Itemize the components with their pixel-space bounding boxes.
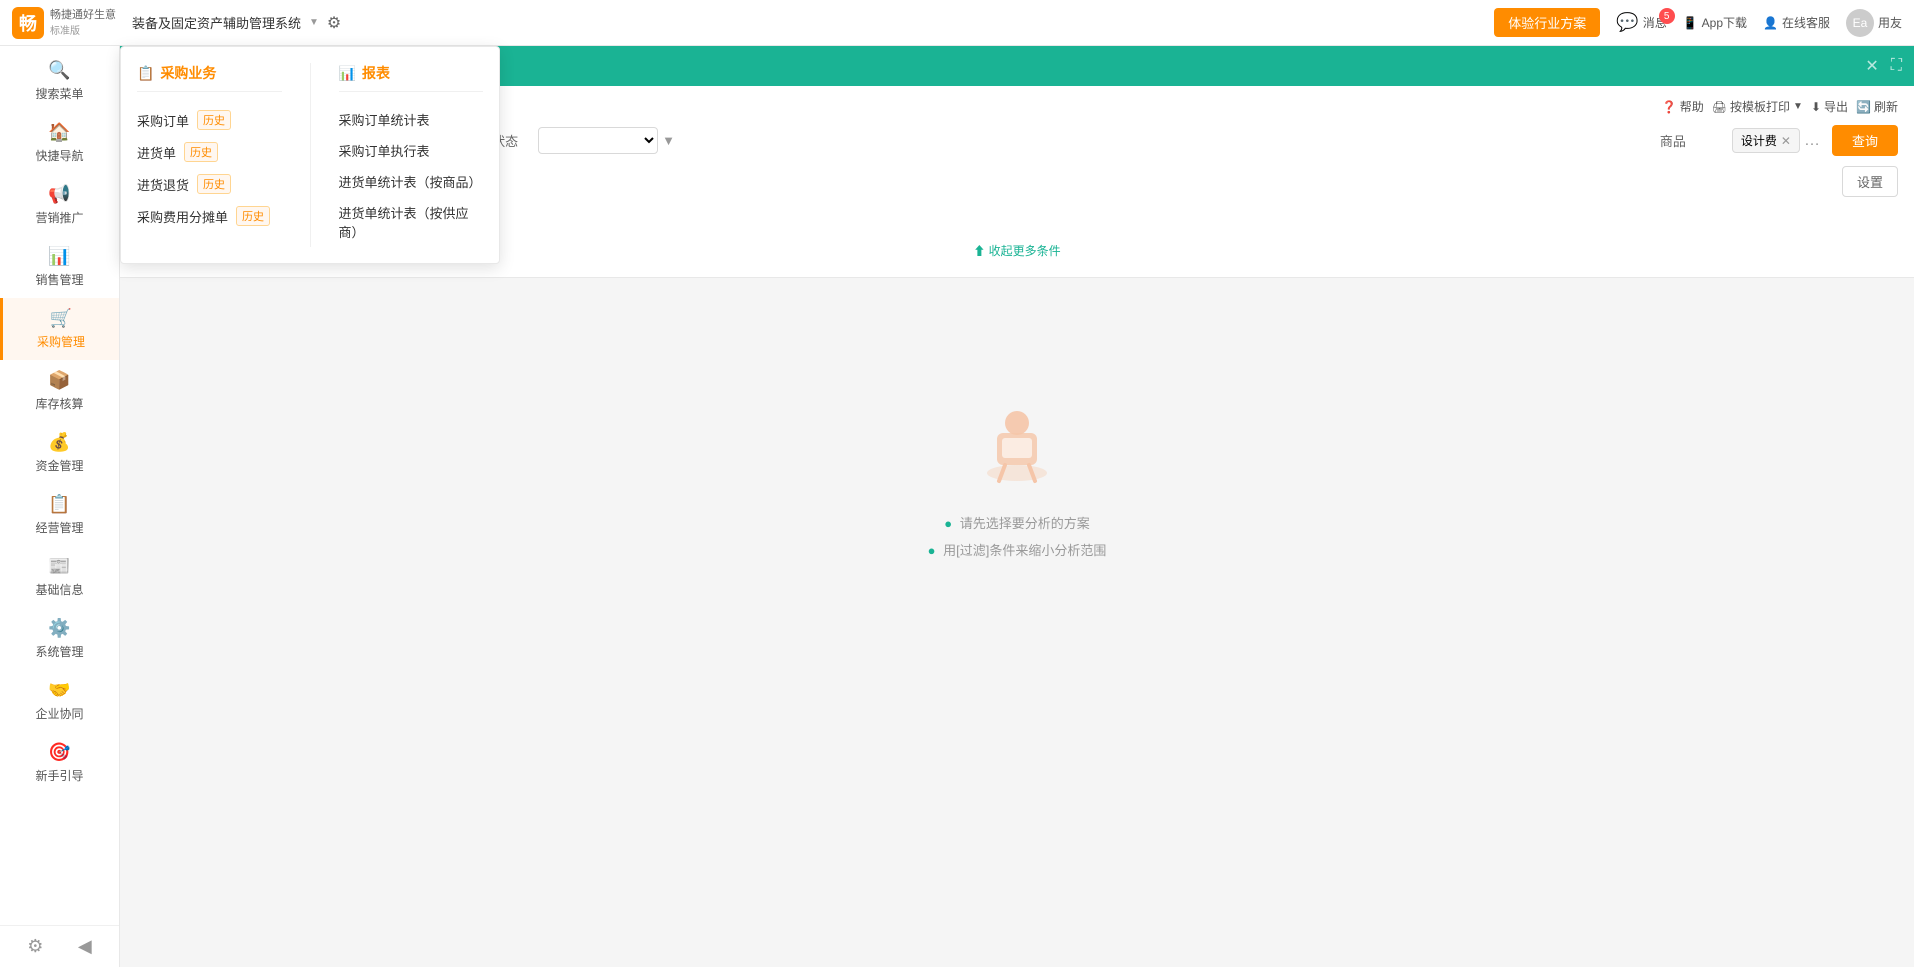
system-icon: ⚙️ bbox=[48, 618, 70, 639]
report-col-icon: 📊 bbox=[339, 65, 356, 82]
sidebar-item-system[interactable]: ⚙️ 系统管理 bbox=[0, 608, 119, 670]
sidebar-item-operations[interactable]: 📋 经营管理 bbox=[0, 484, 119, 546]
cooperation-icon: 🤝 bbox=[48, 680, 70, 701]
title-dropdown[interactable]: ▼ bbox=[309, 17, 319, 28]
history-tag-3: 历史 bbox=[236, 206, 270, 226]
inventory-icon: 📦 bbox=[48, 370, 70, 391]
dropdown-col-report: 📊 报表 采购订单统计表 采购订单执行表 进货单统计表（按商品） 进货单统计表（… bbox=[339, 63, 484, 247]
dropdown-item-purchase-expense[interactable]: 采购费用分摊单 历史 bbox=[137, 200, 282, 232]
dropdown-col1-title: 📋 采购业务 bbox=[137, 63, 282, 92]
dropdown-item-po-stats[interactable]: 采购订单统计表 bbox=[339, 104, 484, 135]
help-btn[interactable]: ❓ 帮助 bbox=[1662, 98, 1704, 115]
refresh-icon: 🔄 bbox=[1856, 100, 1871, 114]
sidebar-item-inventory[interactable]: 📦 库存核算 bbox=[0, 360, 119, 422]
export-icon: ⬇ bbox=[1811, 100, 1821, 114]
sidebar-bottom: ⚙ ◀ bbox=[0, 925, 119, 967]
dropdown-col-purchase: 📋 采购业务 采购订单 历史 进货单 历史 进货退货 历史 采购费用分摊单 历史 bbox=[137, 63, 282, 247]
sidebar-item-base-info[interactable]: 📰 基础信息 bbox=[0, 546, 119, 608]
goods-more-dots[interactable]: … bbox=[1804, 132, 1820, 150]
empty-tip1: ● 请先选择要分析的方案 bbox=[944, 513, 1090, 532]
query-button[interactable]: 查询 bbox=[1832, 125, 1898, 156]
industry-button[interactable]: 体验行业方案 bbox=[1494, 8, 1600, 37]
search-icon: 🔍 bbox=[48, 60, 70, 81]
app-badge: 标准版 bbox=[50, 22, 116, 37]
online-service-btn[interactable]: 👤 在线客服 bbox=[1763, 14, 1830, 31]
dropdown-col2-title: 📊 报表 bbox=[339, 63, 484, 92]
dropdown-item-purchase-order[interactable]: 采购订单 历史 bbox=[137, 104, 282, 136]
sidebar-item-purchase[interactable]: 🛒 采购管理 bbox=[0, 298, 119, 360]
print-icon: 🖨 bbox=[1712, 100, 1727, 114]
dropdown-item-receipt-stats-goods[interactable]: 进货单统计表（按商品） bbox=[339, 166, 484, 197]
base-info-icon: 📰 bbox=[48, 556, 70, 577]
sidebar-collapse-icon[interactable]: ◀ bbox=[78, 936, 92, 957]
empty-illustration bbox=[967, 393, 1067, 493]
print-btn[interactable]: 🖨 按模板打印 ▼ bbox=[1712, 98, 1803, 115]
order-status-dropdown-icon: ▼ bbox=[662, 133, 675, 148]
goods-tag: 设计费 ✕ bbox=[1732, 128, 1800, 153]
setting-button[interactable]: 设置 bbox=[1842, 166, 1898, 197]
sidebar-item-marketing[interactable]: 📢 营销推广 bbox=[0, 174, 119, 236]
marketing-icon: 📢 bbox=[48, 184, 70, 205]
app-download-btn[interactable]: 📱 App下载 bbox=[1683, 14, 1747, 31]
purchase-col-icon: 📋 bbox=[137, 65, 154, 82]
system-title: 装备及固定资产辅助管理系统 ▼ ⚙ bbox=[132, 13, 1494, 33]
logo-icon: 畅 bbox=[12, 7, 44, 39]
notification-btn[interactable]: 💬 消息 5 bbox=[1616, 12, 1666, 33]
user-menu-btn[interactable]: Ea 用友 bbox=[1846, 9, 1902, 37]
sidebar-item-quick-nav[interactable]: 🏠 快捷导航 bbox=[0, 112, 119, 174]
print-dropdown-icon: ▼ bbox=[1793, 101, 1803, 112]
empty-tip2: ● 用[过滤]条件来缩小分析范围 bbox=[928, 540, 1107, 559]
topbar-nav: 体验行业方案 bbox=[1494, 8, 1600, 37]
sidebar-item-guide[interactable]: 🎯 新手引导 bbox=[0, 732, 119, 794]
toolbar-right: ❓ 帮助 🖨 按模板打印 ▼ ⬇ 导出 🔄 bbox=[1662, 98, 1898, 115]
sidebar-item-finance[interactable]: 💰 资金管理 bbox=[0, 422, 119, 484]
history-tag-0: 历史 bbox=[197, 110, 231, 130]
history-tag-2: 历史 bbox=[197, 174, 231, 194]
gear-icon[interactable]: ⚙ bbox=[327, 13, 341, 33]
service-icon: 👤 bbox=[1763, 16, 1778, 30]
dropdown-item-goods-receipt[interactable]: 进货单 历史 bbox=[137, 136, 282, 168]
dropdown-menu: 📋 采购业务 采购订单 历史 进货单 历史 进货退货 历史 采购费用分摊单 历史… bbox=[120, 46, 500, 264]
operations-icon: 📋 bbox=[48, 494, 70, 515]
avatar: Ea bbox=[1846, 9, 1874, 37]
phone-icon: 📱 bbox=[1683, 16, 1698, 30]
sidebar: 🔍 搜索菜单 🏠 快捷导航 📢 营销推广 📊 销售管理 🛒 采购管理 📦 库存核… bbox=[0, 46, 120, 967]
topbar-right: 💬 消息 5 📱 App下载 👤 在线客服 Ea 用友 bbox=[1616, 9, 1902, 37]
home-icon: 🏠 bbox=[48, 122, 70, 143]
goods-tag-close[interactable]: ✕ bbox=[1781, 134, 1791, 148]
dropdown-item-receipt-stats-supplier[interactable]: 进货单统计表（按供应商） bbox=[339, 197, 484, 247]
finance-icon: 💰 bbox=[48, 432, 70, 453]
dropdown-item-goods-return[interactable]: 进货退货 历史 bbox=[137, 168, 282, 200]
goods-label: 商品 bbox=[1660, 131, 1720, 150]
app-name: 畅捷通好生意 bbox=[50, 8, 116, 22]
message-icon: 💬 bbox=[1616, 12, 1638, 33]
sales-icon: 📊 bbox=[48, 246, 70, 267]
history-tag-1: 历史 bbox=[184, 142, 218, 162]
export-btn[interactable]: ⬇ 导出 bbox=[1811, 98, 1848, 115]
sidebar-item-sales[interactable]: 📊 销售管理 bbox=[0, 236, 119, 298]
order-status-select[interactable] bbox=[538, 127, 658, 154]
topbar: 畅 畅捷通好生意 标准版 装备及固定资产辅助管理系统 ▼ ⚙ 体验行业方案 💬 … bbox=[0, 0, 1914, 46]
sidebar-settings-icon[interactable]: ⚙ bbox=[27, 936, 43, 957]
sidebar-item-cooperation[interactable]: 🤝 企业协同 bbox=[0, 670, 119, 732]
tab-expand-icon[interactable]: ⛶ bbox=[1887, 57, 1906, 75]
refresh-btn[interactable]: 🔄 刷新 bbox=[1856, 98, 1898, 115]
sidebar-item-search[interactable]: 🔍 搜索菜单 bbox=[0, 50, 119, 112]
notification-badge: 5 bbox=[1659, 8, 1675, 24]
guide-icon: 🎯 bbox=[48, 742, 70, 763]
logo: 畅 畅捷通好生意 标准版 bbox=[12, 7, 132, 39]
help-icon: ❓ bbox=[1662, 100, 1677, 114]
tab-close-all-btn[interactable]: ✕ bbox=[1857, 56, 1886, 76]
collapse-up-icon: ⬆ bbox=[973, 244, 985, 258]
chevron-down-icon: ▼ bbox=[309, 17, 319, 28]
purchase-icon: 🛒 bbox=[50, 308, 72, 329]
dropdown-item-po-exec[interactable]: 采购订单执行表 bbox=[339, 135, 484, 166]
col-divider bbox=[310, 63, 311, 247]
empty-state: ● 请先选择要分析的方案 ● 用[过滤]条件来缩小分析范围 bbox=[120, 278, 1914, 678]
